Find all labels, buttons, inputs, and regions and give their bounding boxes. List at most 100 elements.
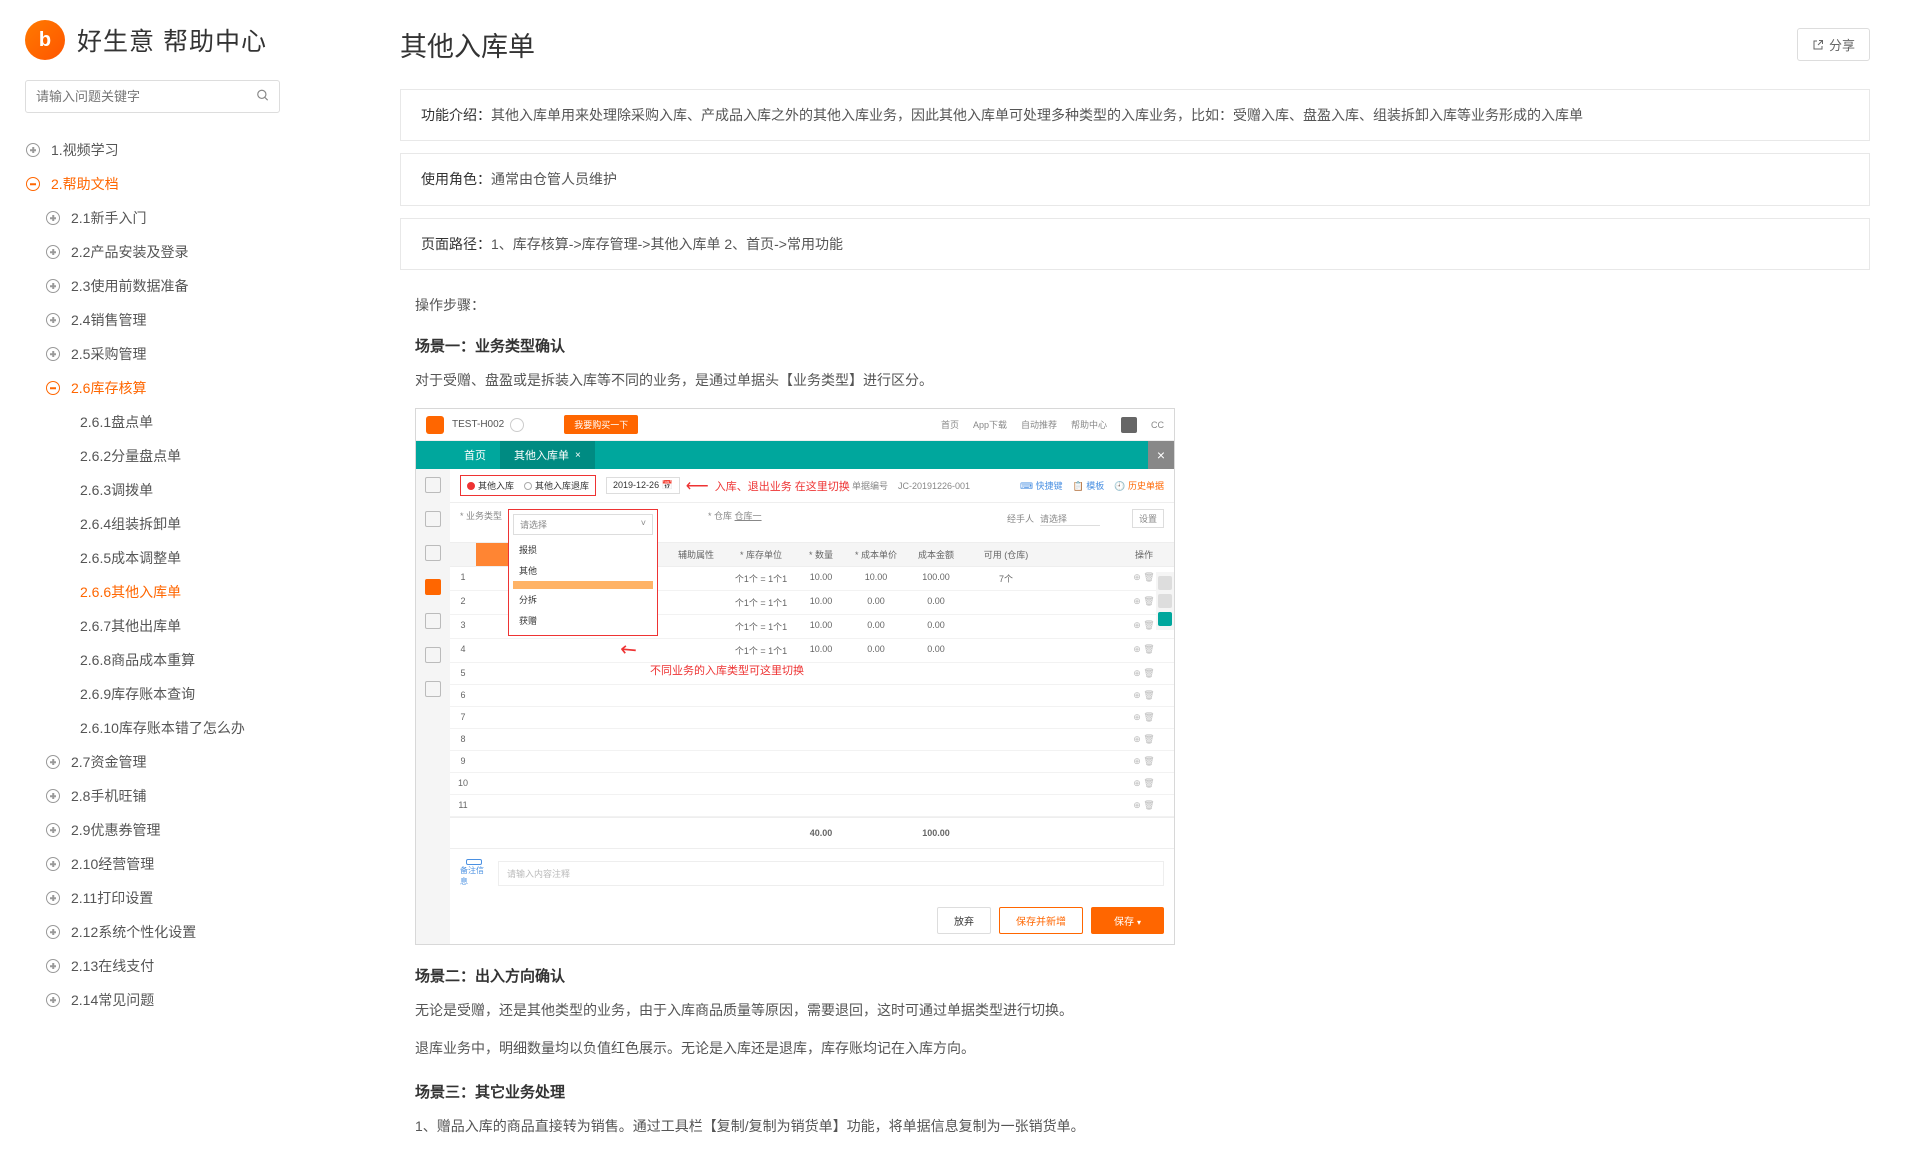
minus-icon (25, 176, 41, 192)
scene1-title: 场景一：业务类型确认 (415, 335, 1870, 356)
avatar-icon (1121, 417, 1137, 433)
nav-2-6-3[interactable]: 2.6.3调拨单 (25, 473, 280, 507)
shot-test-label: TEST-H002 (452, 419, 504, 430)
nav-2-4[interactable]: 2.4销售管理 (25, 303, 280, 337)
shot-topbar: TEST-H002 我要购买一下 首页 App下载 自动推荐 帮助中心 CC (416, 409, 1174, 441)
nav-2-6-7[interactable]: 2.6.7其他出库单 (25, 609, 280, 643)
intro-text: 其他入库单用来处理除采购入库、产成品入库之外的其他入库业务，因此其他入库单可处理… (491, 107, 1583, 123)
doc-no: JC-20191226-001 (898, 481, 970, 491)
nav-2-3[interactable]: 2.3使用前数据准备 (25, 269, 280, 303)
table-row: 8⊕ 🗑 (450, 729, 1174, 751)
plus-icon (25, 142, 41, 158)
shot-buy-button: 我要购买一下 (564, 415, 638, 434)
nav-2-10[interactable]: 2.10经营管理 (25, 847, 280, 881)
red-box-dropdown: 请选择˅ 报损 其他 分拆 获赠 (508, 509, 658, 636)
logo-icon: b (25, 20, 65, 60)
nav-2-2[interactable]: 2.2产品安装及登录 (25, 235, 280, 269)
plus-icon (45, 754, 61, 770)
nav-tree: 1.视频学习 2.帮助文档 2.1新手入门 2.2产品安装及登录 2.3使用前数… (25, 133, 280, 1017)
nav-2-13[interactable]: 2.13在线支付 (25, 949, 280, 983)
rail-icon (425, 545, 441, 561)
table-row: 10⊕ 🗑 (450, 773, 1174, 795)
doc-no-label: 单据编号 (852, 479, 888, 492)
nav-2-6-6[interactable]: 2.6.6其他入库单 (25, 575, 280, 609)
nav-2-6-9[interactable]: 2.6.9库存账本查询 (25, 677, 280, 711)
search-input[interactable] (25, 80, 280, 113)
nav-2-6[interactable]: 2.6库存核算 (25, 371, 280, 405)
remark-input: 请输入内容注释 (498, 861, 1164, 886)
dd-item: 分拆 (513, 589, 653, 610)
share-button[interactable]: 分享 (1797, 28, 1870, 61)
page-header: 其他入库单 分享 (400, 25, 1870, 64)
rail-icon (425, 647, 441, 663)
shot-footer: 放弃 保存并新增 保存▾ (450, 897, 1174, 944)
link-fast: ⌨ 快捷键 (1020, 479, 1063, 492)
site-title: 好生意 帮助中心 (77, 22, 267, 58)
intro-box: 功能介绍：其他入库单用来处理除采购入库、产成品入库之外的其他入库业务，因此其他入… (400, 89, 1870, 141)
nav-2-12[interactable]: 2.12系统个性化设置 (25, 915, 280, 949)
nav-2-6-4[interactable]: 2.6.4组装拆卸单 (25, 507, 280, 541)
rail-icon (425, 511, 441, 527)
tool-icon (1158, 594, 1172, 608)
close-icon: × (575, 450, 581, 461)
nav-help-docs[interactable]: 2.帮助文档 (25, 167, 280, 201)
table-row: 6⊕ 🗑 (450, 685, 1174, 707)
plus-icon (45, 890, 61, 906)
tool-icon (1158, 612, 1172, 626)
shot-app: App下载 (973, 418, 1007, 431)
rail-icon (425, 681, 441, 697)
nav-2-6-2[interactable]: 2.6.2分量盘点单 (25, 439, 280, 473)
nav-2-1[interactable]: 2.1新手入门 (25, 201, 280, 235)
nav-2-6-8[interactable]: 2.6.8商品成本重算 (25, 643, 280, 677)
setting-button: 设置 (1132, 509, 1164, 528)
nav-2-6-1[interactable]: 2.6.1盘点单 (25, 405, 280, 439)
scene3-title: 场景三：其它业务处理 (415, 1081, 1870, 1102)
nav-2-6-5[interactable]: 2.6.5成本调整单 (25, 541, 280, 575)
share-icon (1812, 39, 1824, 51)
save-button: 保存▾ (1091, 907, 1164, 934)
shot-tab-home: 首页 (450, 441, 500, 469)
search-box (25, 80, 280, 113)
shot-money: 自动推荐 (1021, 418, 1057, 431)
nav-2-11[interactable]: 2.11打印设置 (25, 881, 280, 915)
shot-logo-icon (426, 416, 444, 434)
main-content: 其他入库单 分享 功能介绍：其他入库单用来处理除采购入库、产成品入库之外的其他入… (300, 0, 1920, 1176)
nav-2-8[interactable]: 2.8手机旺铺 (25, 779, 280, 813)
path-text: 1、库存核算->库存管理->其他入库单 2、首页->常用功能 (491, 236, 843, 252)
nav-2-5[interactable]: 2.5采购管理 (25, 337, 280, 371)
nav-2-6-10[interactable]: 2.6.10库存账本错了怎么办 (25, 711, 280, 745)
role-text: 通常由仓管人员维护 (491, 171, 617, 187)
plus-icon (45, 822, 61, 838)
plus-icon (45, 312, 61, 328)
plus-icon (45, 788, 61, 804)
search-icon[interactable] (256, 88, 270, 105)
intro-label: 功能介绍： (421, 107, 491, 123)
screenshot-scene1: TEST-H002 我要购买一下 首页 App下载 自动推荐 帮助中心 CC 首… (415, 408, 1175, 945)
steps-label: 操作步骤： (415, 295, 1870, 315)
panel-close-icon: × (1148, 441, 1174, 469)
shot-tabs: 首页 其他入库单× × (416, 441, 1174, 469)
scene2-text1: 无论是受赠，还是其他类型的业务，由于入库商品质量等原因，需要退回，这时可通过单据… (415, 998, 1870, 1023)
minus-icon (45, 380, 61, 396)
shot-right-rail (1156, 572, 1174, 630)
refresh-icon (510, 418, 524, 432)
logo-area: b 好生意 帮助中心 (25, 20, 280, 60)
share-label: 分享 (1829, 35, 1855, 54)
nav-2-14[interactable]: 2.14常见问题 (25, 983, 280, 1017)
shot-content: 其他入库 其他入库退库 2019-12-26 📅 ⟵ 入库、退出业务 在这里切换… (450, 469, 1174, 944)
discard-button: 放弃 (937, 907, 991, 934)
dd-item: 获赠 (513, 610, 653, 631)
nav-2-9[interactable]: 2.9优惠券管理 (25, 813, 280, 847)
chevron-down-icon: ˅ (641, 518, 646, 531)
table-row: 5⊕ 🗑 (450, 663, 1174, 685)
red-box-radio: 其他入库 其他入库退库 (460, 475, 596, 496)
plus-icon (45, 856, 61, 872)
annotation-2: 不同业务的入库类型可这里切换 (650, 662, 804, 678)
nav-2-7[interactable]: 2.7资金管理 (25, 745, 280, 779)
nav-video-learning[interactable]: 1.视频学习 (25, 133, 280, 167)
page-title: 其他入库单 (400, 25, 535, 64)
scene3-text: 1、赠品入库的商品直接转为销售。通过工具栏【复制/复制为销货单】功能，将单据信息… (415, 1114, 1870, 1139)
path-box: 页面路径：1、库存核算->库存管理->其他入库单 2、首页->常用功能 (400, 218, 1870, 270)
plus-icon (45, 278, 61, 294)
biz-type-label: * 业务类型 (460, 509, 502, 522)
